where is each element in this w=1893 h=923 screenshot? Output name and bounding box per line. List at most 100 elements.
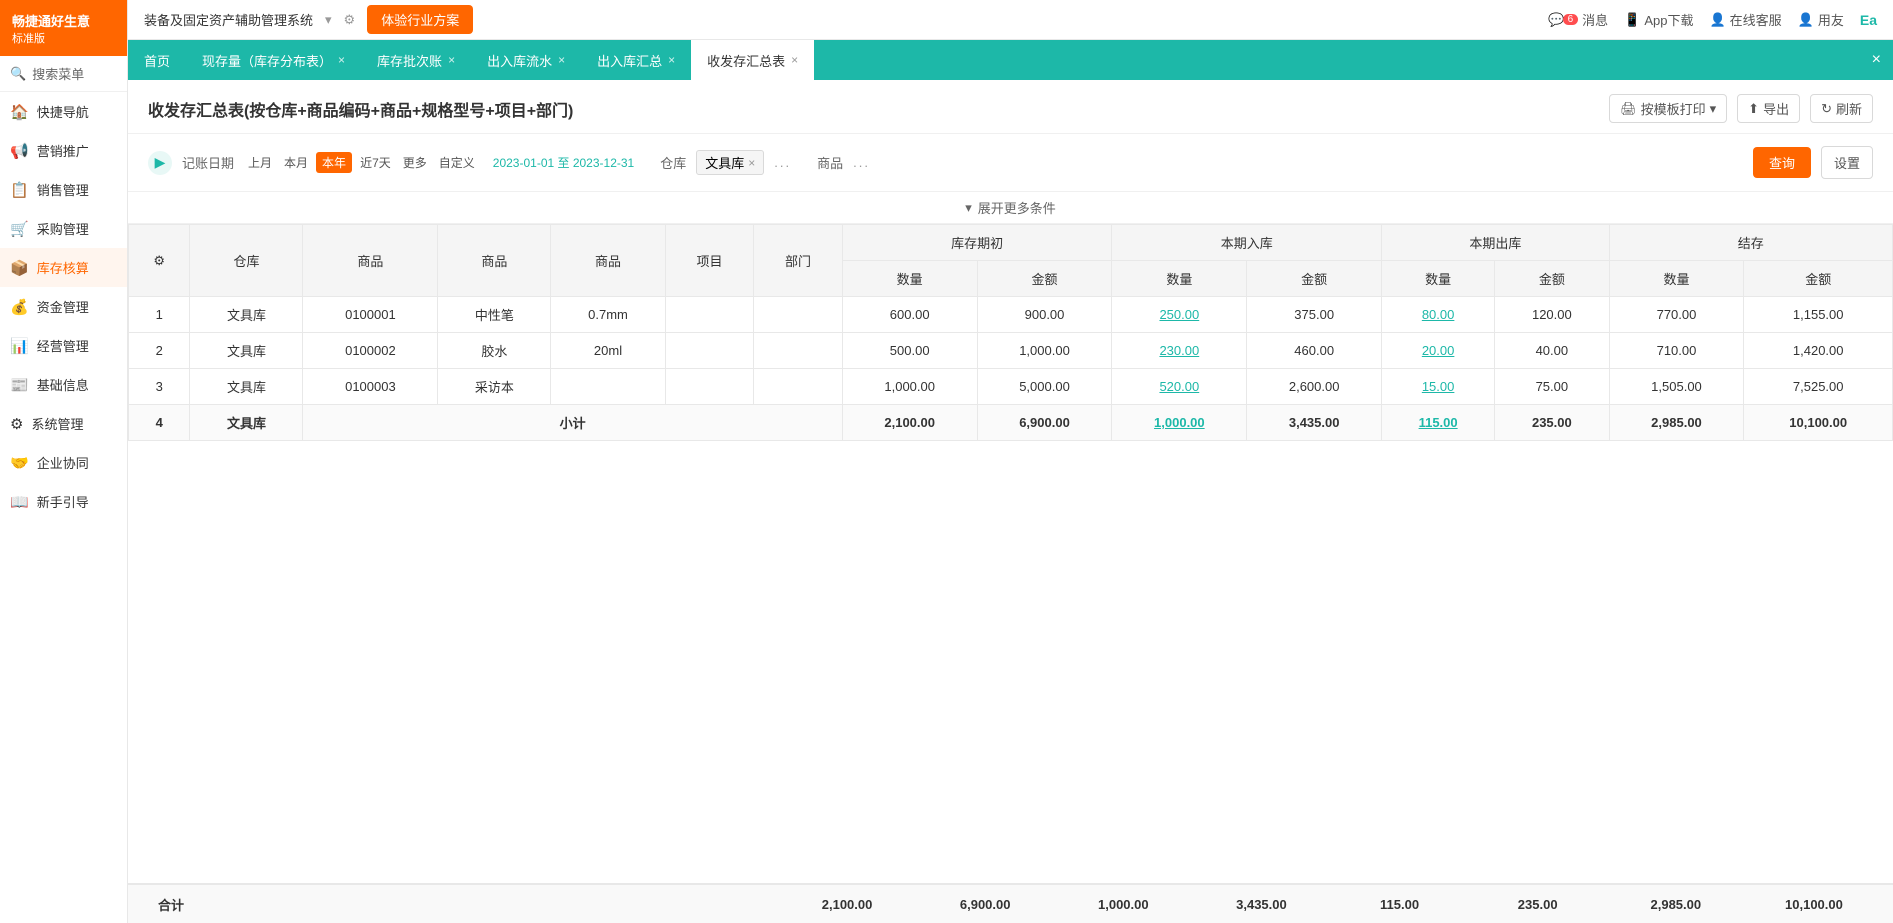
date-more-btn[interactable]: 更多	[399, 152, 431, 173]
in-group-header: 本期入库	[1112, 225, 1382, 261]
row-dept	[754, 297, 843, 333]
row-warehouse: 文具库	[190, 297, 303, 333]
row-closing-qty: 710.00	[1609, 333, 1744, 369]
row-in-qty[interactable]: 230.00	[1112, 333, 1247, 369]
total-closing-amt: 10,100.00	[1745, 897, 1883, 912]
row-opening-amt: 1,000.00	[977, 333, 1112, 369]
filter-expand-button[interactable]: ▶	[148, 151, 172, 175]
app-download-label: App下载	[1644, 10, 1693, 29]
trial-button[interactable]: 体验行业方案	[367, 5, 473, 34]
sidebar-item-sales[interactable]: 📋 销售管理	[0, 170, 127, 209]
total-bar: 合计 2,100.00 6,900.00 1,000.00 3,435.00 1…	[128, 883, 1893, 923]
refresh-button[interactable]: ↻ 刷新	[1810, 94, 1873, 123]
download-icon: 📱	[1624, 12, 1640, 28]
sidebar-item-purchase[interactable]: 🛒 采购管理	[0, 209, 127, 248]
settings-col-header[interactable]: ⚙	[129, 225, 190, 297]
messages-group[interactable]: 💬 6 消息	[1548, 10, 1608, 29]
date-prev-month-btn[interactable]: 上月	[244, 152, 276, 173]
row-project	[665, 369, 754, 405]
dropdown-icon[interactable]: ▾	[325, 12, 332, 28]
tab-close-icon[interactable]: ×	[558, 53, 565, 67]
enterprise-icon: 🤝	[10, 454, 29, 472]
expand-more-bar[interactable]: ▾ 展开更多条件	[128, 192, 1893, 224]
sidebar: 畅捷通好生意 标准版 🔍 搜索菜单 🏠 快捷导航 📢 营销推广 📋 销售管理 🛒…	[0, 0, 128, 923]
page-title: 收发存汇总表(按仓库+商品编码+商品+规格型号+项目+部门)	[148, 97, 573, 121]
date-custom-btn[interactable]: 自定义	[435, 152, 479, 173]
date-this-year-btn[interactable]: 本年	[316, 152, 352, 173]
closing-amt-header: 金额	[1744, 261, 1893, 297]
out-qty-header: 数量	[1382, 261, 1495, 297]
tab-label: 现存量（库存分布表）	[202, 51, 332, 70]
tab-in-out-flow[interactable]: 出入库流水 ×	[471, 40, 581, 80]
goods-filter-label: 商品	[817, 153, 843, 172]
warehouse-more[interactable]: ...	[774, 155, 791, 170]
sidebar-item-label: 采购管理	[37, 219, 89, 238]
sidebar-item-label: 经营管理	[37, 336, 89, 355]
sidebar-item-system[interactable]: ⚙ 系统管理	[0, 404, 127, 443]
total-values: 2,100.00 6,900.00 1,000.00 3,435.00 115.…	[778, 897, 1883, 912]
sidebar-item-operations[interactable]: 📊 经营管理	[0, 326, 127, 365]
row-in-qty[interactable]: 520.00	[1112, 369, 1247, 405]
export-label: 导出	[1763, 99, 1789, 118]
sidebar-item-search[interactable]: 🔍 搜索菜单	[0, 56, 127, 92]
tab-in-out-summary[interactable]: 出入库汇总 ×	[581, 40, 691, 80]
subtotal-no: 4	[129, 405, 190, 441]
goods-col-header: 商品	[438, 225, 551, 297]
user-icon: 👤	[1798, 12, 1814, 28]
online-service-group[interactable]: 👤 在线客服	[1709, 10, 1781, 29]
app-download-group[interactable]: 📱 App下载	[1624, 10, 1693, 29]
print-label: 按模板打印	[1641, 99, 1706, 118]
closing-qty-header: 数量	[1609, 261, 1744, 297]
sidebar-item-finance[interactable]: 💰 资金管理	[0, 287, 127, 326]
row-out-amt: 75.00	[1495, 369, 1609, 405]
tab-receive-summary[interactable]: 收发存汇总表 ×	[691, 40, 814, 80]
row-closing-qty: 770.00	[1609, 297, 1744, 333]
tab-close-icon[interactable]: ×	[668, 53, 675, 67]
system-icon: ⚙	[10, 415, 23, 433]
sidebar-item-label: 基础信息	[37, 375, 89, 394]
query-button[interactable]: 查询	[1753, 147, 1811, 178]
search-icon: 🔍	[10, 66, 26, 82]
subtotal-out-qty[interactable]: 115.00	[1382, 405, 1495, 441]
sidebar-item-enterprise[interactable]: 🤝 企业协同	[0, 443, 127, 482]
sidebar-item-marketing[interactable]: 📢 营销推广	[0, 131, 127, 170]
sidebar-item-guide[interactable]: 📖 新手引导	[0, 482, 127, 521]
app-logo: 畅捷通好生意 标准版	[0, 0, 127, 56]
in-amt-header: 金额	[1247, 261, 1382, 297]
gear-settings-icon[interactable]: ⚙	[344, 12, 356, 28]
user-group[interactable]: 👤 用友	[1798, 10, 1844, 29]
tab-batch-ledger[interactable]: 库存批次账 ×	[361, 40, 471, 80]
print-button[interactable]: 🖨 按模板打印 ▾	[1609, 94, 1727, 123]
row-out-qty[interactable]: 15.00	[1382, 369, 1495, 405]
subtotal-closing-qty: 2,985.00	[1609, 405, 1744, 441]
warehouse-tag-label: 文具库	[705, 153, 744, 172]
table-row: 1 文具库 0100001 中性笔 0.7mm 600.00 900.00 25…	[129, 297, 1893, 333]
tab-close-icon[interactable]: ×	[791, 53, 798, 67]
tab-home[interactable]: 首页	[128, 40, 186, 80]
tab-close-icon[interactable]: ×	[448, 53, 455, 67]
table-container: ⚙ 仓库 商品 商品 商品 项目 部门 库存期初 本期入库 本期出库 结存 数量	[128, 224, 1893, 883]
sidebar-item-basic[interactable]: 📰 基础信息	[0, 365, 127, 404]
tab-label: 收发存汇总表	[707, 51, 785, 70]
row-out-qty[interactable]: 20.00	[1382, 333, 1495, 369]
export-button[interactable]: ⬆ 导出	[1737, 94, 1800, 123]
settings-filter-button[interactable]: 设置	[1821, 146, 1873, 179]
date-7days-btn[interactable]: 近7天	[356, 152, 395, 173]
goods-more[interactable]: ...	[853, 155, 870, 170]
date-this-month-btn[interactable]: 本月	[280, 152, 312, 173]
row-out-qty[interactable]: 80.00	[1382, 297, 1495, 333]
messages-label: 消息	[1582, 10, 1608, 29]
row-dept	[754, 333, 843, 369]
warehouse-tag-close[interactable]: ×	[748, 156, 755, 170]
row-closing-amt: 1,155.00	[1744, 297, 1893, 333]
sidebar-item-inventory[interactable]: 📦 库存核算	[0, 248, 127, 287]
expand-more-label: 展开更多条件	[978, 198, 1056, 217]
tab-close-icon[interactable]: ×	[338, 53, 345, 67]
tab-bar-close[interactable]: ×	[1860, 51, 1893, 69]
dropdown-icon: ▾	[1710, 101, 1717, 117]
row-in-qty[interactable]: 250.00	[1112, 297, 1247, 333]
tab-inventory-dist[interactable]: 现存量（库存分布表） ×	[186, 40, 361, 80]
refresh-icon: ↻	[1821, 101, 1832, 117]
subtotal-in-qty[interactable]: 1,000.00	[1112, 405, 1247, 441]
sidebar-item-quick-nav[interactable]: 🏠 快捷导航	[0, 92, 127, 131]
